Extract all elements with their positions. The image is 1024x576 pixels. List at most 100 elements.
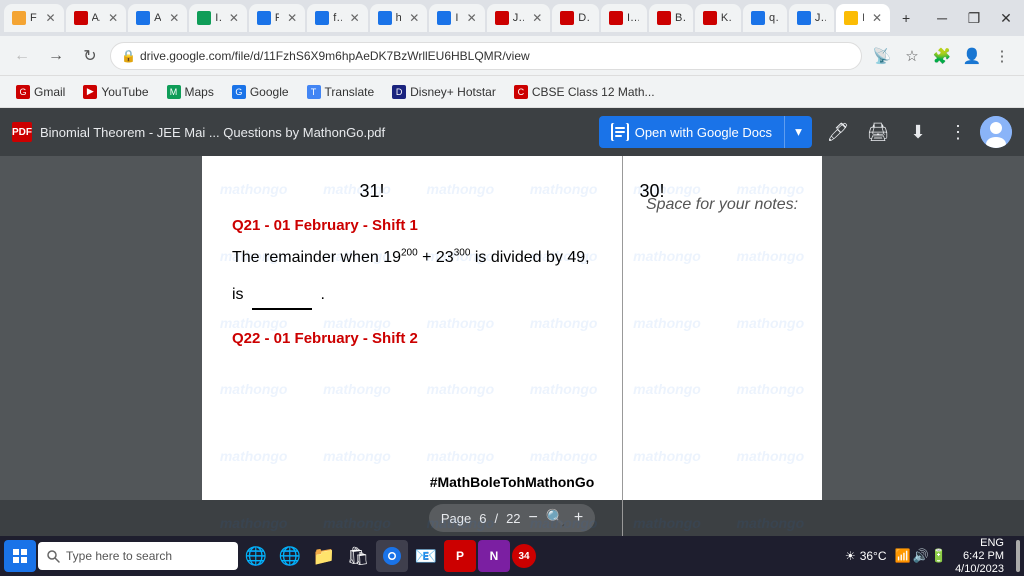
notification-badge: 34 <box>512 544 536 568</box>
restore-button[interactable]: ❐ <box>960 4 988 32</box>
page-num-31: 31! <box>359 181 384 202</box>
tab-close-in1[interactable]: ✕ <box>467 11 477 25</box>
tab-ayj[interactable]: AYJ| ✕ <box>66 4 127 32</box>
tab-close-fwd[interactable]: ✕ <box>45 11 55 25</box>
taskbar-mail[interactable]: 📧 <box>410 540 442 572</box>
taskbar-widgets[interactable]: 🌐 <box>240 540 272 572</box>
taskbar-edge[interactable]: 🌐 <box>274 540 306 572</box>
back-button[interactable]: ← <box>8 42 36 70</box>
taskbar-store[interactable]: 🛍 <box>342 540 374 572</box>
bookmark-maps[interactable]: M Maps <box>159 83 222 101</box>
battery-icon[interactable]: 🔋 <box>931 548 947 564</box>
toolbar-icons: 📡 ☆ 🧩 👤 ⋮ <box>868 42 1016 70</box>
weather-temp: 36°C <box>860 549 887 563</box>
tab-hoo[interactable]: hoo ✕ <box>370 4 428 32</box>
zoom-in-button[interactable]: + <box>574 509 583 527</box>
reload-button[interactable]: ↻ <box>76 42 104 70</box>
taskbar: Type here to search 🌐 🌐 📁 🛍 📧 P N 34 ☀ 3… <box>0 536 1024 576</box>
tab-bar: Fwd ✕ AYJ| ✕ A wi ✕ If th ✕ For ✕ form ✕ <box>0 0 1024 36</box>
tab-close-hoo[interactable]: ✕ <box>409 11 419 25</box>
menu-icon[interactable]: ⋮ <box>988 42 1016 70</box>
bookmark-icon[interactable]: ☆ <box>898 42 926 70</box>
open-with-docs-button[interactable]: Open with Google Docs <box>599 116 784 148</box>
tab-jee2[interactable]: JEE <box>789 4 834 32</box>
q21-text: The remainder when 19200 + 23300 is divi… <box>232 244 792 273</box>
tab-close-ayj[interactable]: ✕ <box>108 11 118 25</box>
tab-close-ix[interactable]: ✕ <box>872 11 882 25</box>
more-options-icon[interactable]: ⋮ <box>940 114 976 150</box>
forward-button[interactable]: → <box>42 42 70 70</box>
tab-form[interactable]: form ✕ <box>307 4 367 32</box>
user-avatar[interactable] <box>980 116 1012 148</box>
page-separator: / <box>494 511 498 526</box>
tab-awi[interactable]: A wi ✕ <box>128 4 187 32</box>
sun-icon: ☀ <box>845 549 856 563</box>
taskbar-pdf[interactable]: P <box>444 540 476 572</box>
tab-for[interactable]: For ✕ <box>249 4 305 32</box>
lock-icon: 🔒 <box>121 49 136 63</box>
print-icon[interactable]: 🖨 <box>860 114 896 150</box>
tab-dow[interactable]: Dow <box>552 4 599 32</box>
profile-icon[interactable]: 👤 <box>958 42 986 70</box>
tab-jee1[interactable]: JEE | ✕ <box>487 4 551 32</box>
open-with-docs-dropdown-button[interactable]: ▾ <box>784 116 812 148</box>
language-indicator: ENG <box>980 537 1004 549</box>
tab-ifth[interactable]: If th ✕ <box>189 4 247 32</box>
start-button[interactable] <box>4 540 36 572</box>
clock-area[interactable]: ENG 6:42 PM 4/10/2023 <box>955 537 1004 575</box>
bookmark-youtube[interactable]: ▶ YouTube <box>75 83 156 101</box>
tab-close-for[interactable]: ✕ <box>287 11 297 25</box>
tab-bin[interactable]: BIN <box>649 4 693 32</box>
tab-close-awi[interactable]: ✕ <box>169 11 179 25</box>
q22-heading: Q22 - 01 February - Shift 2 <box>232 330 792 347</box>
show-desktop-button[interactable] <box>1016 540 1020 572</box>
taskbar-chrome[interactable] <box>376 540 408 572</box>
tab-que[interactable]: que <box>743 4 787 32</box>
bookmark-cbse[interactable]: C CBSE Class 12 Math... <box>506 83 663 101</box>
tab-in1[interactable]: In1 ✕ <box>429 4 484 32</box>
volume-icon[interactable]: 🔊 <box>913 548 929 564</box>
bookmarks-bar: G Gmail ▶ YouTube M Maps G Google T Tran… <box>0 76 1024 108</box>
pdf-title: Binomial Theorem - JEE Mai ... Questions… <box>40 125 591 140</box>
bookmark-google[interactable]: G Google <box>224 83 297 101</box>
chevron-down-icon: ▾ <box>795 124 802 140</box>
zoom-icon[interactable]: 🔍 <box>546 508 566 528</box>
pdf-bottom-bar: Page 6 / 22 − 🔍 + <box>0 500 1024 536</box>
page-label: Page <box>441 511 471 526</box>
weather-widget[interactable]: ☀ 36°C <box>845 549 887 563</box>
url-bar[interactable]: 🔒 drive.google.com/file/d/11FzhS6X9m6hpA… <box>110 42 862 70</box>
bookmark-translate[interactable]: T Translate <box>299 83 383 101</box>
system-tray: 📶 🔊 🔋 <box>895 548 948 564</box>
total-pages: 22 <box>506 511 520 526</box>
tab-close-ifth[interactable]: ✕ <box>229 11 239 25</box>
annotate-icon[interactable]: 🖊 <box>820 114 856 150</box>
q21-line2: is . <box>232 281 792 310</box>
new-tab-button[interactable]: + <box>892 4 920 32</box>
tab-close-form[interactable]: ✕ <box>350 11 360 25</box>
network-icon[interactable]: 📶 <box>895 548 911 564</box>
cast-icon[interactable]: 📡 <box>868 42 896 70</box>
zoom-out-button[interactable]: − <box>529 509 538 527</box>
clock-date: 4/10/2023 <box>955 563 1004 575</box>
tab-ix[interactable]: I X ✕ <box>836 4 890 32</box>
page-top-numbers: 31! 30! <box>232 176 792 217</box>
minimize-button[interactable]: ─ <box>928 4 956 32</box>
close-button[interactable]: ✕ <box>992 4 1020 32</box>
taskbar-search[interactable]: Type here to search <box>38 542 238 570</box>
puzzle-icon[interactable]: 🧩 <box>928 42 956 70</box>
bookmark-disney[interactable]: D Disney+ Hotstar <box>384 83 504 101</box>
tab-close-jee1[interactable]: ✕ <box>532 11 542 25</box>
taskbar-explorer[interactable]: 📁 <box>308 540 340 572</box>
download-icon[interactable]: ⬇ <box>900 114 936 150</box>
answer-blank <box>252 308 312 310</box>
pdf-content: mathongo mathongo mathongo mathongo math… <box>0 156 1024 536</box>
tab-fwd[interactable]: Fwd ✕ <box>4 4 64 32</box>
taskbar-onenote[interactable]: N <box>478 540 510 572</box>
pdf-toolbar: PDF Binomial Theorem - JEE Mai ... Quest… <box>0 108 1024 156</box>
bookmark-gmail[interactable]: G Gmail <box>8 83 73 101</box>
docs-icon <box>611 123 629 141</box>
clock-time: 6:42 PM <box>963 550 1004 562</box>
tab-iitj[interactable]: IIT J <box>601 4 647 32</box>
tab-kaj[interactable]: Kajc <box>695 4 741 32</box>
open-with-docs-container: Open with Google Docs ▾ <box>599 116 812 148</box>
